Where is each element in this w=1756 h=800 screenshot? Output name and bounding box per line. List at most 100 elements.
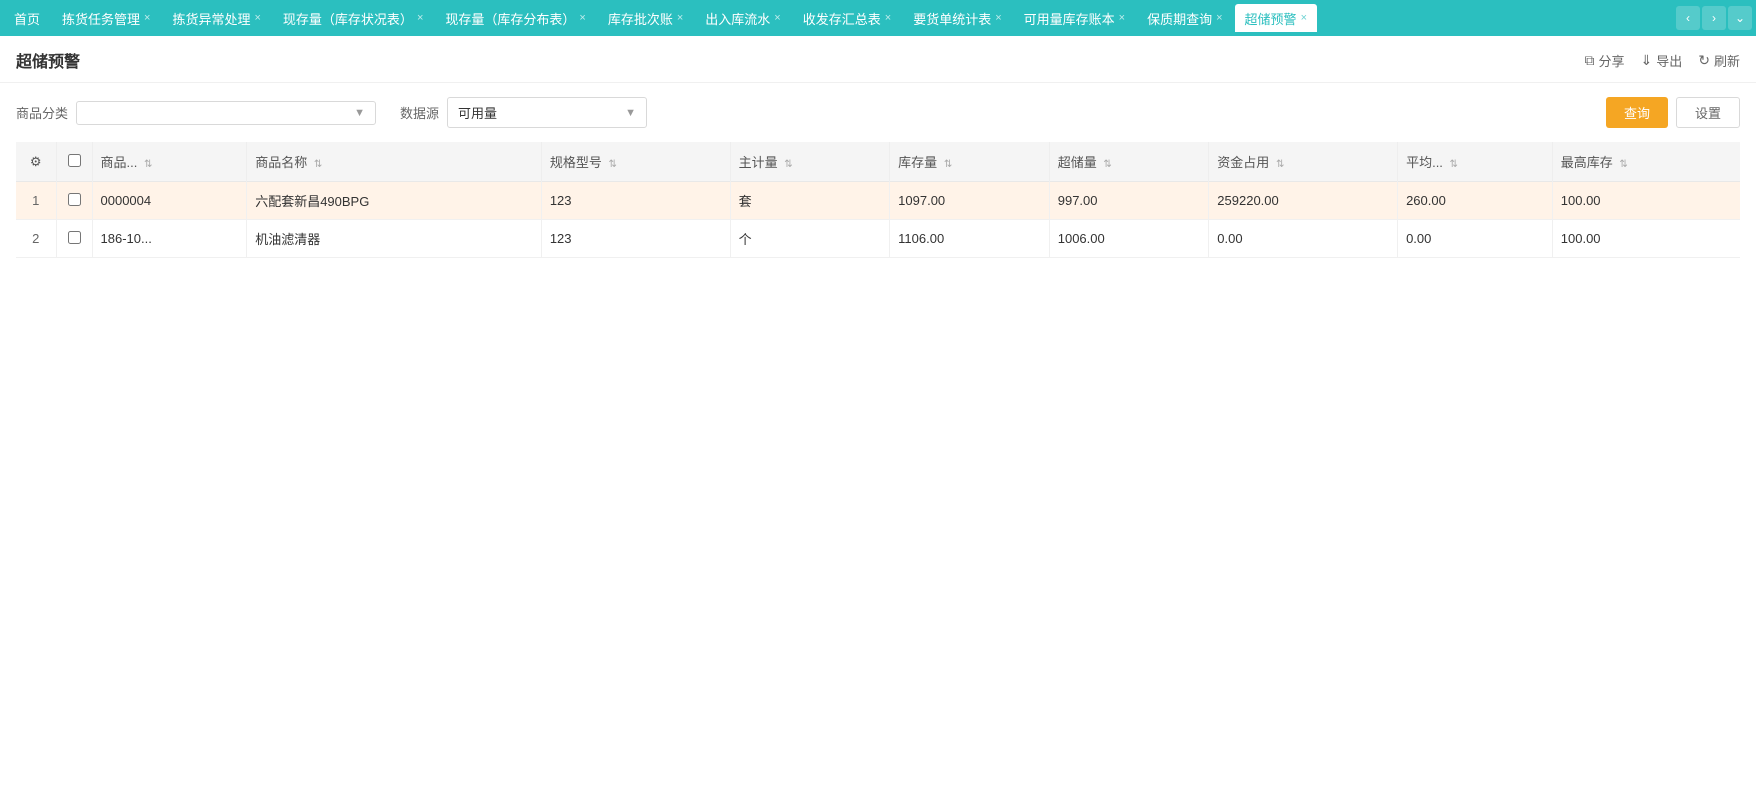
- share-icon: ⧉: [1584, 52, 1594, 69]
- nav-item-expiry[interactable]: 保质期查询 ×: [1137, 4, 1232, 32]
- nav-prev-button[interactable]: ‹: [1676, 6, 1700, 30]
- nav-item-stock-dist[interactable]: 现存量（库存分布表） ×: [435, 4, 595, 32]
- nav-label-task-mgmt: 拣货任务管理: [62, 9, 140, 28]
- category-label: 商品分类: [16, 103, 68, 122]
- refresh-button[interactable]: ↻ 刷新: [1698, 51, 1740, 70]
- nav-label-recv-send: 收发存汇总表: [803, 9, 881, 28]
- refresh-label: 刷新: [1714, 51, 1740, 70]
- export-icon: ⇓: [1641, 52, 1653, 69]
- th-capital-label: 资金占用: [1217, 155, 1269, 170]
- th-max-stock-label: 最高库存: [1561, 155, 1613, 170]
- th-overstock[interactable]: 超储量 ⇅: [1049, 142, 1209, 182]
- export-button[interactable]: ⇓ 导出: [1641, 51, 1683, 70]
- sort-icon-overstock: ⇅: [1103, 159, 1111, 170]
- close-icon-overstock[interactable]: ×: [1301, 12, 1307, 24]
- nav-item-order-stat[interactable]: 要货单统计表 ×: [903, 4, 1011, 32]
- row-num-1: 1: [16, 182, 56, 220]
- nav-more-button[interactable]: ⌄: [1728, 6, 1752, 30]
- th-spec[interactable]: 规格型号 ⇅: [541, 142, 730, 182]
- th-spec-label: 规格型号: [550, 155, 602, 170]
- nav-item-batch[interactable]: 库存批次账 ×: [598, 4, 693, 32]
- row-checkbox-2[interactable]: [68, 231, 81, 244]
- th-avg-label: 平均...: [1406, 155, 1443, 170]
- overstock-1: 997.00: [1049, 182, 1209, 220]
- nav-item-stock-status[interactable]: 现存量（库存状况表） ×: [273, 4, 433, 32]
- nav-item-recv-send[interactable]: 收发存汇总表 ×: [793, 4, 901, 32]
- nav-label-order-stat: 要货单统计表: [913, 9, 991, 28]
- nav-next-button[interactable]: ›: [1702, 6, 1726, 30]
- chevron-down-icon: ▼: [354, 107, 365, 119]
- sort-icon-avg: ⇅: [1450, 159, 1458, 170]
- th-stock-label: 库存量: [898, 155, 937, 170]
- select-all-checkbox[interactable]: [68, 154, 81, 167]
- nav-item-overstock[interactable]: 超储预警 ×: [1235, 4, 1317, 32]
- share-label: 分享: [1598, 51, 1624, 70]
- export-label: 导出: [1656, 51, 1682, 70]
- datasource-select[interactable]: 可用量 ▼: [447, 97, 647, 128]
- close-icon-stock-dist[interactable]: ×: [579, 12, 585, 24]
- nav-item-home[interactable]: 首页: [4, 4, 50, 32]
- nav-item-task-mgmt[interactable]: 拣货任务管理 ×: [52, 4, 160, 32]
- th-item-no[interactable]: 商品... ⇅: [92, 142, 247, 182]
- th-item-no-label: 商品...: [101, 155, 138, 170]
- row-checkbox-cell-1: [56, 182, 92, 220]
- sort-icon-item-no: ⇅: [144, 159, 152, 170]
- close-icon-recv-send[interactable]: ×: [885, 12, 891, 24]
- nav-item-home-label: 首页: [14, 9, 40, 28]
- close-icon-batch[interactable]: ×: [677, 12, 683, 24]
- stock-1: 1097.00: [890, 182, 1050, 220]
- nav-label-inout-flow: 出入库流水: [705, 9, 770, 28]
- datasource-filter-group: 数据源 可用量 ▼: [400, 97, 647, 128]
- table-container: ⚙ 商品... ⇅ 商品名称 ⇅ 规格型号 ⇅ 主计量: [0, 142, 1756, 258]
- th-stock[interactable]: 库存量 ⇅: [890, 142, 1050, 182]
- gear-icon[interactable]: ⚙: [30, 154, 42, 169]
- item-name-2: 机油滤清器: [247, 220, 542, 258]
- close-icon-order-stat[interactable]: ×: [995, 12, 1001, 24]
- query-button[interactable]: 查询: [1606, 97, 1668, 128]
- nav-item-inout-flow[interactable]: 出入库流水 ×: [695, 4, 790, 32]
- unit-2: 个: [730, 220, 890, 258]
- category-select[interactable]: ▼: [76, 101, 376, 125]
- sort-icon-unit: ⇅: [784, 159, 792, 170]
- settings-button[interactable]: 设置: [1676, 97, 1740, 128]
- nav-bar: 首页 拣货任务管理 × 拣货异常处理 × 现存量（库存状况表） × 现存量（库存…: [0, 0, 1756, 36]
- page-header: 超储预警 ⧉ 分享 ⇓ 导出 ↻ 刷新: [0, 36, 1756, 83]
- sort-icon-stock: ⇅: [944, 159, 952, 170]
- nav-label-batch: 库存批次账: [608, 9, 673, 28]
- item-no-2: 186-10...: [92, 220, 247, 258]
- max-stock-2: 100.00: [1552, 220, 1740, 258]
- share-button[interactable]: ⧉ 分享: [1584, 51, 1624, 70]
- close-icon-stock-status[interactable]: ×: [417, 12, 423, 24]
- sort-icon-item-name: ⇅: [314, 159, 322, 170]
- nav-label-expiry: 保质期查询: [1147, 9, 1212, 28]
- th-unit-label: 主计量: [739, 155, 778, 170]
- th-gear: ⚙: [16, 142, 56, 182]
- overstock-table: ⚙ 商品... ⇅ 商品名称 ⇅ 规格型号 ⇅ 主计量: [16, 142, 1740, 258]
- close-icon-abnormal[interactable]: ×: [254, 12, 260, 24]
- close-icon-task-mgmt[interactable]: ×: [144, 12, 150, 24]
- nav-label-abnormal: 拣货异常处理: [172, 9, 250, 28]
- unit-1: 套: [730, 182, 890, 220]
- filter-area: 商品分类 ▼ 数据源 可用量 ▼ 查询 设置: [0, 83, 1756, 142]
- th-capital[interactable]: 资金占用 ⇅: [1209, 142, 1398, 182]
- row-num-2: 2: [16, 220, 56, 258]
- avg-1: 260.00: [1398, 182, 1553, 220]
- header-actions: ⧉ 分享 ⇓ 导出 ↻ 刷新: [1584, 51, 1740, 70]
- item-name-1: 六配套新昌490BPG: [247, 182, 542, 220]
- th-max-stock[interactable]: 最高库存 ⇅: [1552, 142, 1740, 182]
- datasource-label: 数据源: [400, 103, 439, 122]
- close-icon-expiry[interactable]: ×: [1216, 12, 1222, 24]
- nav-label-overstock: 超储预警: [1245, 9, 1297, 28]
- table-header: ⚙ 商品... ⇅ 商品名称 ⇅ 规格型号 ⇅ 主计量: [16, 142, 1740, 182]
- close-icon-inout-flow[interactable]: ×: [774, 12, 780, 24]
- nav-item-available[interactable]: 可用量库存账本 ×: [1014, 4, 1135, 32]
- th-item-name[interactable]: 商品名称 ⇅: [247, 142, 542, 182]
- category-filter-group: 商品分类 ▼: [16, 101, 376, 125]
- close-icon-available[interactable]: ×: [1119, 12, 1125, 24]
- th-unit[interactable]: 主计量 ⇅: [730, 142, 890, 182]
- th-item-name-label: 商品名称: [255, 155, 307, 170]
- nav-item-abnormal[interactable]: 拣货异常处理 ×: [162, 4, 270, 32]
- row-checkbox-1[interactable]: [68, 193, 81, 206]
- table-row: 1 0000004 六配套新昌490BPG 123 套 1097.00 997.…: [16, 182, 1740, 220]
- th-avg[interactable]: 平均... ⇅: [1398, 142, 1553, 182]
